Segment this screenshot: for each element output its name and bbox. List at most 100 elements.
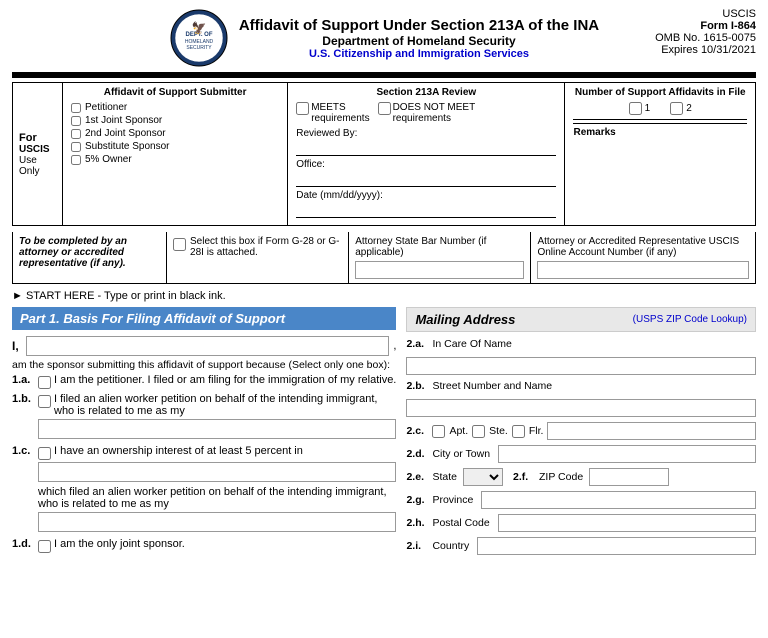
petitioner-checkbox[interactable] [71, 103, 81, 113]
start-here-text: ► START HERE - Type or print in black in… [12, 290, 756, 302]
review-column: Section 213A Review MEETS requirements D… [288, 83, 565, 225]
does-not-meet-checkbox[interactable] [378, 102, 391, 115]
2nd-joint-label: 2nd Joint Sponsor [85, 128, 166, 139]
rep-account-section: Attorney or Accredited Representative US… [531, 232, 755, 283]
i-label: I, [12, 339, 22, 353]
substitute-checkbox[interactable] [71, 142, 81, 152]
2nd-joint-checkbox[interactable] [71, 129, 81, 139]
number-2: 2 [670, 102, 692, 115]
sponsor-text: am the sponsor submitting this affidavit… [12, 359, 396, 371]
addr-2b-label: Street Number and Name [432, 380, 552, 392]
agency-logo: DEPT. OF HOMELAND SECURITY 🦅 [169, 8, 229, 68]
postal-code-input[interactable] [498, 514, 756, 532]
sponsor-name-input[interactable] [26, 336, 389, 356]
item-1d: 1.d. I am the only joint sponsor. [12, 538, 396, 553]
header-center: Affidavit of Support Under Section 213A … [239, 17, 599, 60]
addr-2g-num: 2.g. [406, 494, 428, 506]
does-not-meet-label: DOES NOT MEET requirements [393, 102, 476, 124]
item-1c-relation-input[interactable] [38, 512, 396, 532]
addr-2b-row: 2.b. Street Number and Name [406, 380, 756, 417]
rep-account-input[interactable] [537, 261, 749, 279]
addr-2i-row: 2.i. Country [406, 537, 756, 555]
omb-number: OMB No. 1615-0075 [655, 32, 756, 44]
item-1a-checkbox[interactable] [38, 376, 51, 389]
apt-checkbox[interactable] [432, 425, 445, 438]
item-1b-text: I filed an alien worker petition on beha… [54, 393, 396, 417]
addr-2c-row: 2.c. Apt. Ste. Flr. [406, 422, 756, 440]
number-column: Number of Support Affidavits in File 1 2… [565, 83, 755, 225]
attorney-checkbox-section: Select this box if Form G-28 or G-28I is… [167, 232, 349, 283]
submitter-title: Affidavit of Support Submitter [71, 87, 279, 98]
addr-2e-label: State [432, 471, 457, 483]
addr-2g-row: 2.g. Province [406, 491, 756, 509]
1st-joint-checkbox[interactable] [71, 116, 81, 126]
item-1c-content: I have an ownership interest of at least… [38, 445, 396, 534]
mailing-title: Mailing Address [415, 312, 515, 327]
agency-name: Department of Homeland Security [239, 34, 599, 48]
5pct-checkbox[interactable] [71, 155, 81, 165]
submitter-2nd-joint: 2nd Joint Sponsor [71, 128, 279, 139]
item-1a-content: I am the petitioner. I filed or am filin… [38, 374, 396, 389]
svg-text:🦅: 🦅 [191, 20, 206, 35]
bar-number-input[interactable] [355, 261, 524, 279]
g28-checkbox[interactable] [173, 238, 186, 251]
item-1c-checkbox[interactable] [38, 447, 51, 460]
flr-label: Flr. [529, 425, 544, 437]
uscis-use-box: For USCIS Use Only Affidavit of Support … [12, 82, 756, 226]
number-1-checkbox[interactable] [629, 102, 642, 115]
rep-account-label: Attorney or Accredited Representative US… [537, 236, 749, 258]
number-2-checkbox[interactable] [670, 102, 683, 115]
item-1c-text2: which filed an alien worker petition on … [38, 486, 396, 510]
does-not-meet-check: DOES NOT MEET requirements [378, 102, 476, 124]
part1-header: Part 1. Basis For Filing Affidavit of Su… [12, 307, 396, 330]
flr-checkbox[interactable] [512, 425, 525, 438]
addr-2ef-row: 2.e. State 2.f. ZIP Code [406, 468, 756, 486]
sponsor-name-row: I, , [12, 336, 396, 356]
addr-2h-num: 2.h. [406, 517, 428, 529]
province-input[interactable] [481, 491, 756, 509]
addr-2a-label: In Care Of Name [432, 338, 511, 350]
apt-label: Apt. [449, 425, 468, 437]
state-select[interactable] [463, 468, 503, 486]
zip-input[interactable] [589, 468, 669, 486]
meets-check: MEETS requirements [296, 102, 369, 124]
meets-checkbox[interactable] [296, 102, 309, 115]
header-bar [12, 72, 756, 78]
item-1d-checkbox[interactable] [38, 540, 51, 553]
meets-label: MEETS requirements [311, 102, 369, 124]
form-header: DEPT. OF HOMELAND SECURITY 🦅 Affidavit o… [12, 8, 756, 68]
city-input[interactable] [498, 445, 756, 463]
item-1b-content: I filed an alien worker petition on beha… [38, 393, 396, 441]
item-1c-text1: I have an ownership interest of at least… [54, 445, 303, 457]
item-1c-num: 1.c. [12, 445, 34, 457]
apt-input[interactable] [547, 422, 756, 440]
addr-2a-input[interactable] [406, 357, 756, 375]
item-1b-input[interactable] [38, 419, 396, 439]
addr-2a-row: 2.a. In Care Of Name [406, 338, 756, 375]
addr-2i-num: 2.i. [406, 540, 428, 552]
i-suffix: , [393, 340, 396, 352]
uscis-label: USCIS [655, 8, 756, 20]
addr-2h-row: 2.h. Postal Code [406, 514, 756, 532]
addr-2a-num: 2.a. [406, 338, 428, 350]
left-column: Part 1. Basis For Filing Affidavit of Su… [12, 307, 396, 560]
number-checkboxes: 1 2 [573, 102, 747, 115]
svg-text:SECURITY: SECURITY [186, 45, 212, 51]
addr-2d-num: 2.d. [406, 448, 428, 460]
form-id-block: USCIS Form I-864 OMB No. 1615-0075 Expir… [655, 8, 756, 56]
addr-2d-label: City or Town [432, 448, 490, 460]
item-1c-company-input[interactable] [38, 462, 396, 482]
usps-link[interactable]: (USPS ZIP Code Lookup) [633, 314, 747, 325]
uscis-use-label: For USCIS Use Only [13, 83, 63, 225]
addr-2f-label: ZIP Code [539, 471, 583, 483]
item-1b: 1.b. I filed an alien worker petition on… [12, 393, 396, 441]
office-field: Office: [296, 159, 556, 187]
addr-2b-input[interactable] [406, 399, 756, 417]
main-content: Part 1. Basis For Filing Affidavit of Su… [12, 307, 756, 560]
mailing-header: Mailing Address (USPS ZIP Code Lookup) [406, 307, 756, 332]
item-1b-checkbox[interactable] [38, 395, 51, 408]
expires-date: Expires 10/31/2021 [655, 44, 756, 56]
country-input[interactable] [477, 537, 756, 555]
addr-2g-label: Province [432, 494, 473, 506]
ste-checkbox[interactable] [472, 425, 485, 438]
